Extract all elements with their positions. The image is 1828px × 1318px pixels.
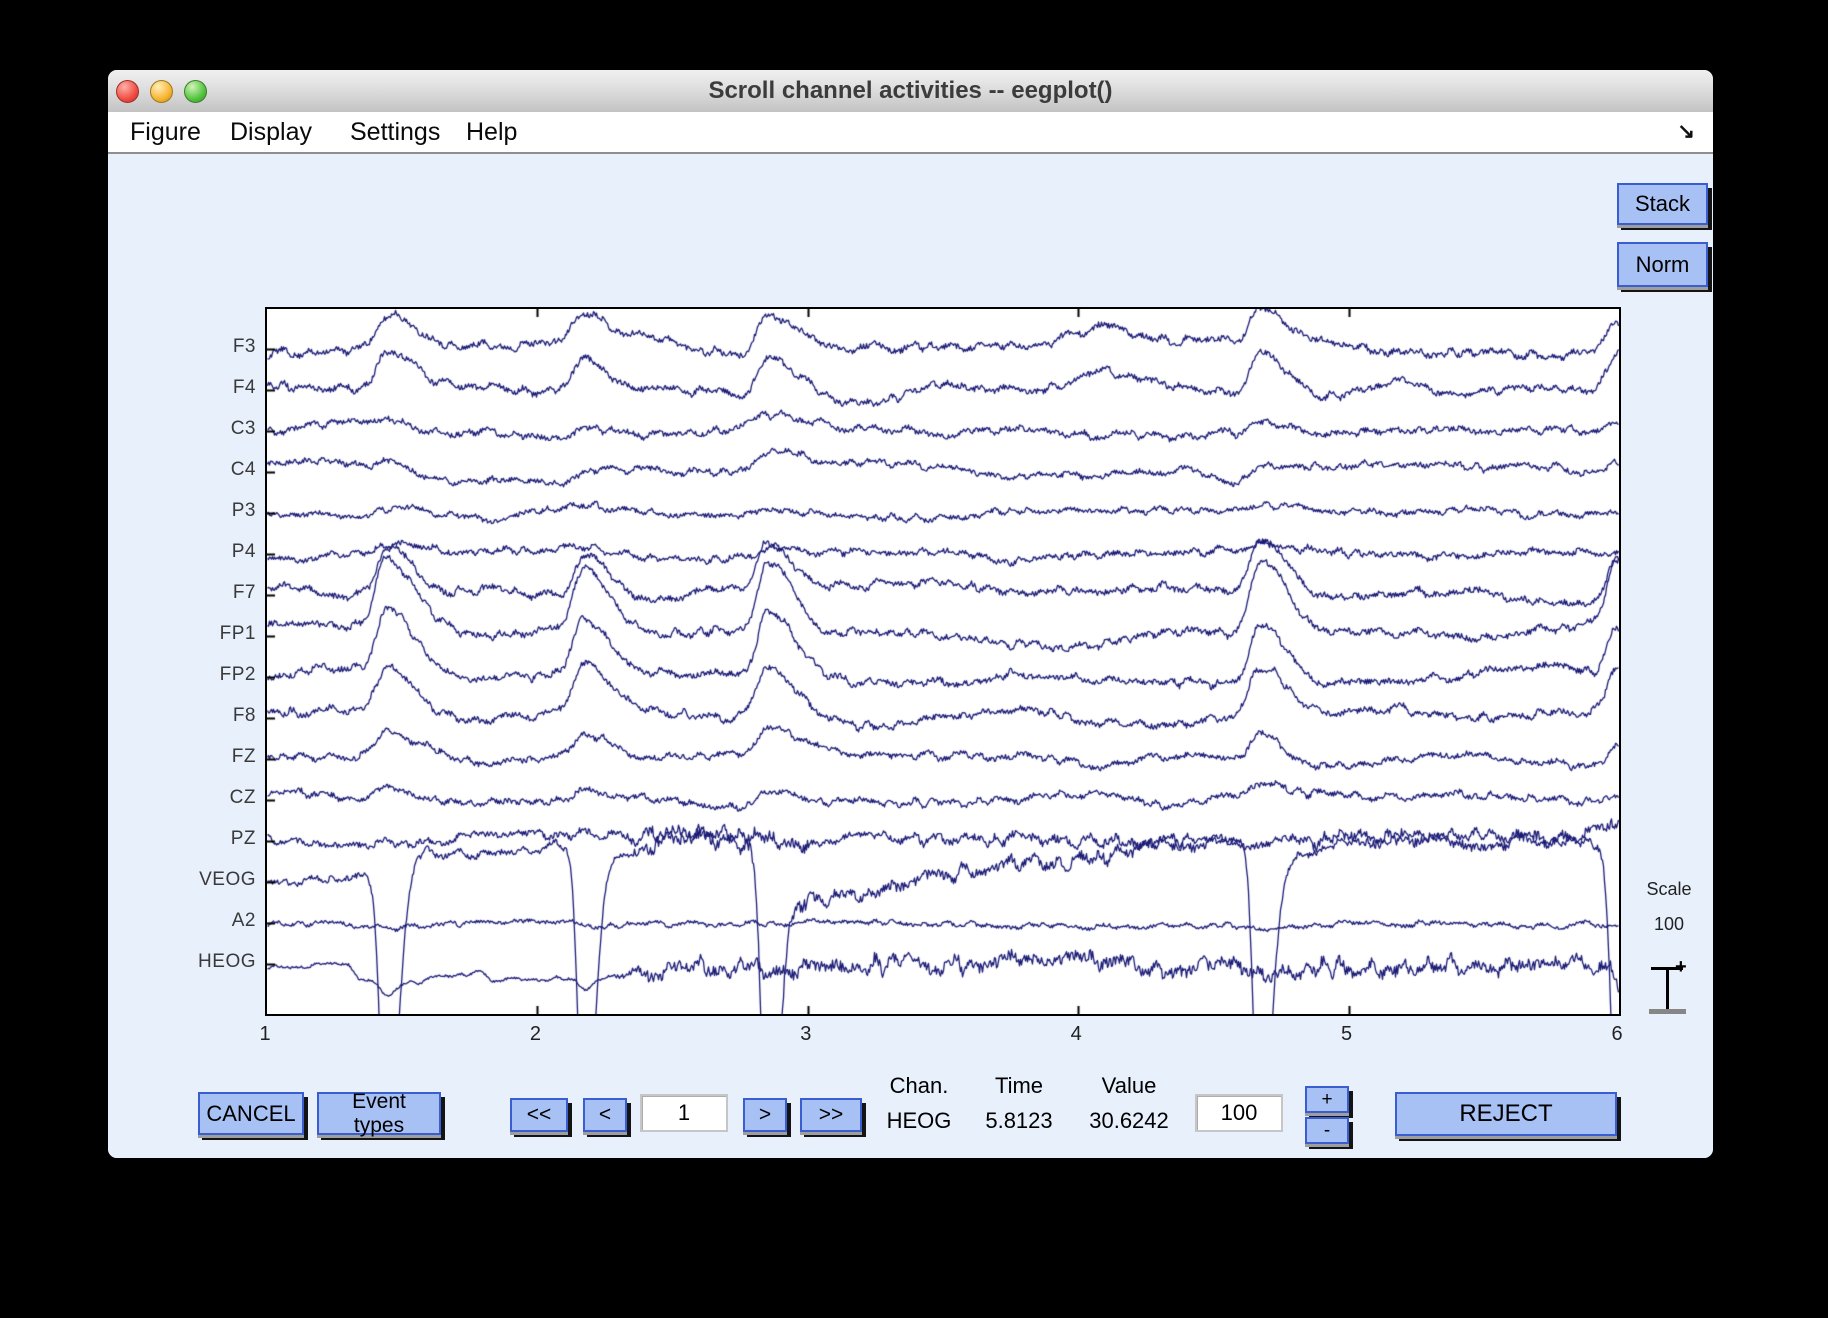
channel-label-veog: VEOG bbox=[199, 869, 256, 890]
scale-decrease-button[interactable]: - bbox=[1305, 1117, 1349, 1144]
x-tick-label-6: 6 bbox=[1611, 1023, 1623, 1045]
scale-adjust-handle[interactable]: + bbox=[1649, 956, 1689, 1017]
channel-label-a2: A2 bbox=[231, 910, 256, 931]
forward-button[interactable]: > bbox=[743, 1098, 787, 1132]
channel-label-f7: F7 bbox=[232, 582, 256, 603]
menu-settings[interactable]: Settings bbox=[350, 112, 440, 152]
content-area: Stack Norm F3 F4 C3 C4 P3 P4 F7 FP1 FP2 F8 FZ CZ PZ V… bbox=[108, 154, 1713, 1158]
scale-handle-stem bbox=[1666, 967, 1669, 1009]
channel-label-p3: P3 bbox=[231, 500, 256, 521]
menu-bar: Figure Display Settings Help ↘ bbox=[108, 112, 1713, 154]
scale-label: Scale bbox=[1646, 879, 1692, 899]
x-tick-label-3: 3 bbox=[800, 1023, 812, 1045]
scale-handle-bottom-bar bbox=[1649, 1009, 1686, 1014]
scale-value: 100 bbox=[1653, 914, 1685, 934]
cursor-readout: Chan. HEOG Time 5.8123 Value 30.6242 bbox=[864, 1075, 1194, 1132]
channel-label-f3: F3 bbox=[232, 336, 256, 357]
channel-label-c4: C4 bbox=[230, 459, 256, 480]
menu-help[interactable]: Help bbox=[466, 112, 517, 152]
event-types-button[interactable]: Event types bbox=[317, 1090, 441, 1137]
menu-display[interactable]: Display bbox=[230, 112, 312, 152]
scale-input[interactable] bbox=[1195, 1094, 1283, 1132]
readout-value-value: 30.6242 bbox=[1089, 1108, 1169, 1133]
readout-value-label: Value bbox=[1101, 1073, 1157, 1098]
channel-label-heog: HEOG bbox=[198, 951, 256, 972]
x-tick-label-5: 5 bbox=[1341, 1023, 1353, 1045]
plus-icon: + bbox=[1675, 956, 1687, 978]
backward-button[interactable]: < bbox=[583, 1098, 627, 1132]
channel-label-f8: F8 bbox=[232, 705, 256, 726]
x-tick-label-2: 2 bbox=[529, 1023, 541, 1045]
channel-label-fp2: FP2 bbox=[219, 664, 256, 685]
fast-backward-button[interactable]: << bbox=[510, 1098, 568, 1132]
page-number-input[interactable] bbox=[640, 1094, 728, 1132]
scale-increase-button[interactable]: + bbox=[1305, 1086, 1349, 1113]
readout-time-label: Time bbox=[994, 1073, 1044, 1098]
channel-label-pz: PZ bbox=[230, 828, 256, 849]
menu-figure[interactable]: Figure bbox=[130, 112, 201, 152]
channel-label-fz: FZ bbox=[231, 746, 256, 767]
x-tick-label-1: 1 bbox=[259, 1023, 271, 1045]
channel-label-c3: C3 bbox=[230, 418, 256, 439]
norm-button[interactable]: Norm bbox=[1617, 242, 1708, 287]
window-title: Scroll channel activities -- eegplot() bbox=[708, 77, 1113, 104]
x-tick-label-4: 4 bbox=[1070, 1023, 1082, 1045]
reject-button[interactable]: REJECT bbox=[1395, 1092, 1617, 1136]
stack-button[interactable]: Stack bbox=[1617, 183, 1708, 225]
readout-time-value: 5.8123 bbox=[985, 1108, 1053, 1133]
readout-chan-value: HEOG bbox=[886, 1108, 952, 1133]
channel-label-f4: F4 bbox=[232, 377, 256, 398]
window-titlebar[interactable]: Scroll channel activities -- eegplot() bbox=[108, 70, 1713, 113]
app-window: Scroll channel activities -- eegplot() F… bbox=[108, 70, 1713, 1158]
fast-forward-button[interactable]: >> bbox=[800, 1098, 862, 1132]
cancel-button[interactable]: CANCEL bbox=[198, 1092, 304, 1135]
dock-arrow-icon[interactable]: ↘ bbox=[1677, 112, 1695, 152]
channel-label-fp1: FP1 bbox=[219, 623, 256, 644]
channel-label-cz: CZ bbox=[229, 787, 256, 808]
eeg-traces-canvas[interactable] bbox=[267, 309, 1619, 1014]
eeg-plot-area[interactable] bbox=[265, 307, 1621, 1016]
readout-chan-label: Chan. bbox=[889, 1073, 949, 1098]
channel-label-p4: P4 bbox=[231, 541, 256, 562]
